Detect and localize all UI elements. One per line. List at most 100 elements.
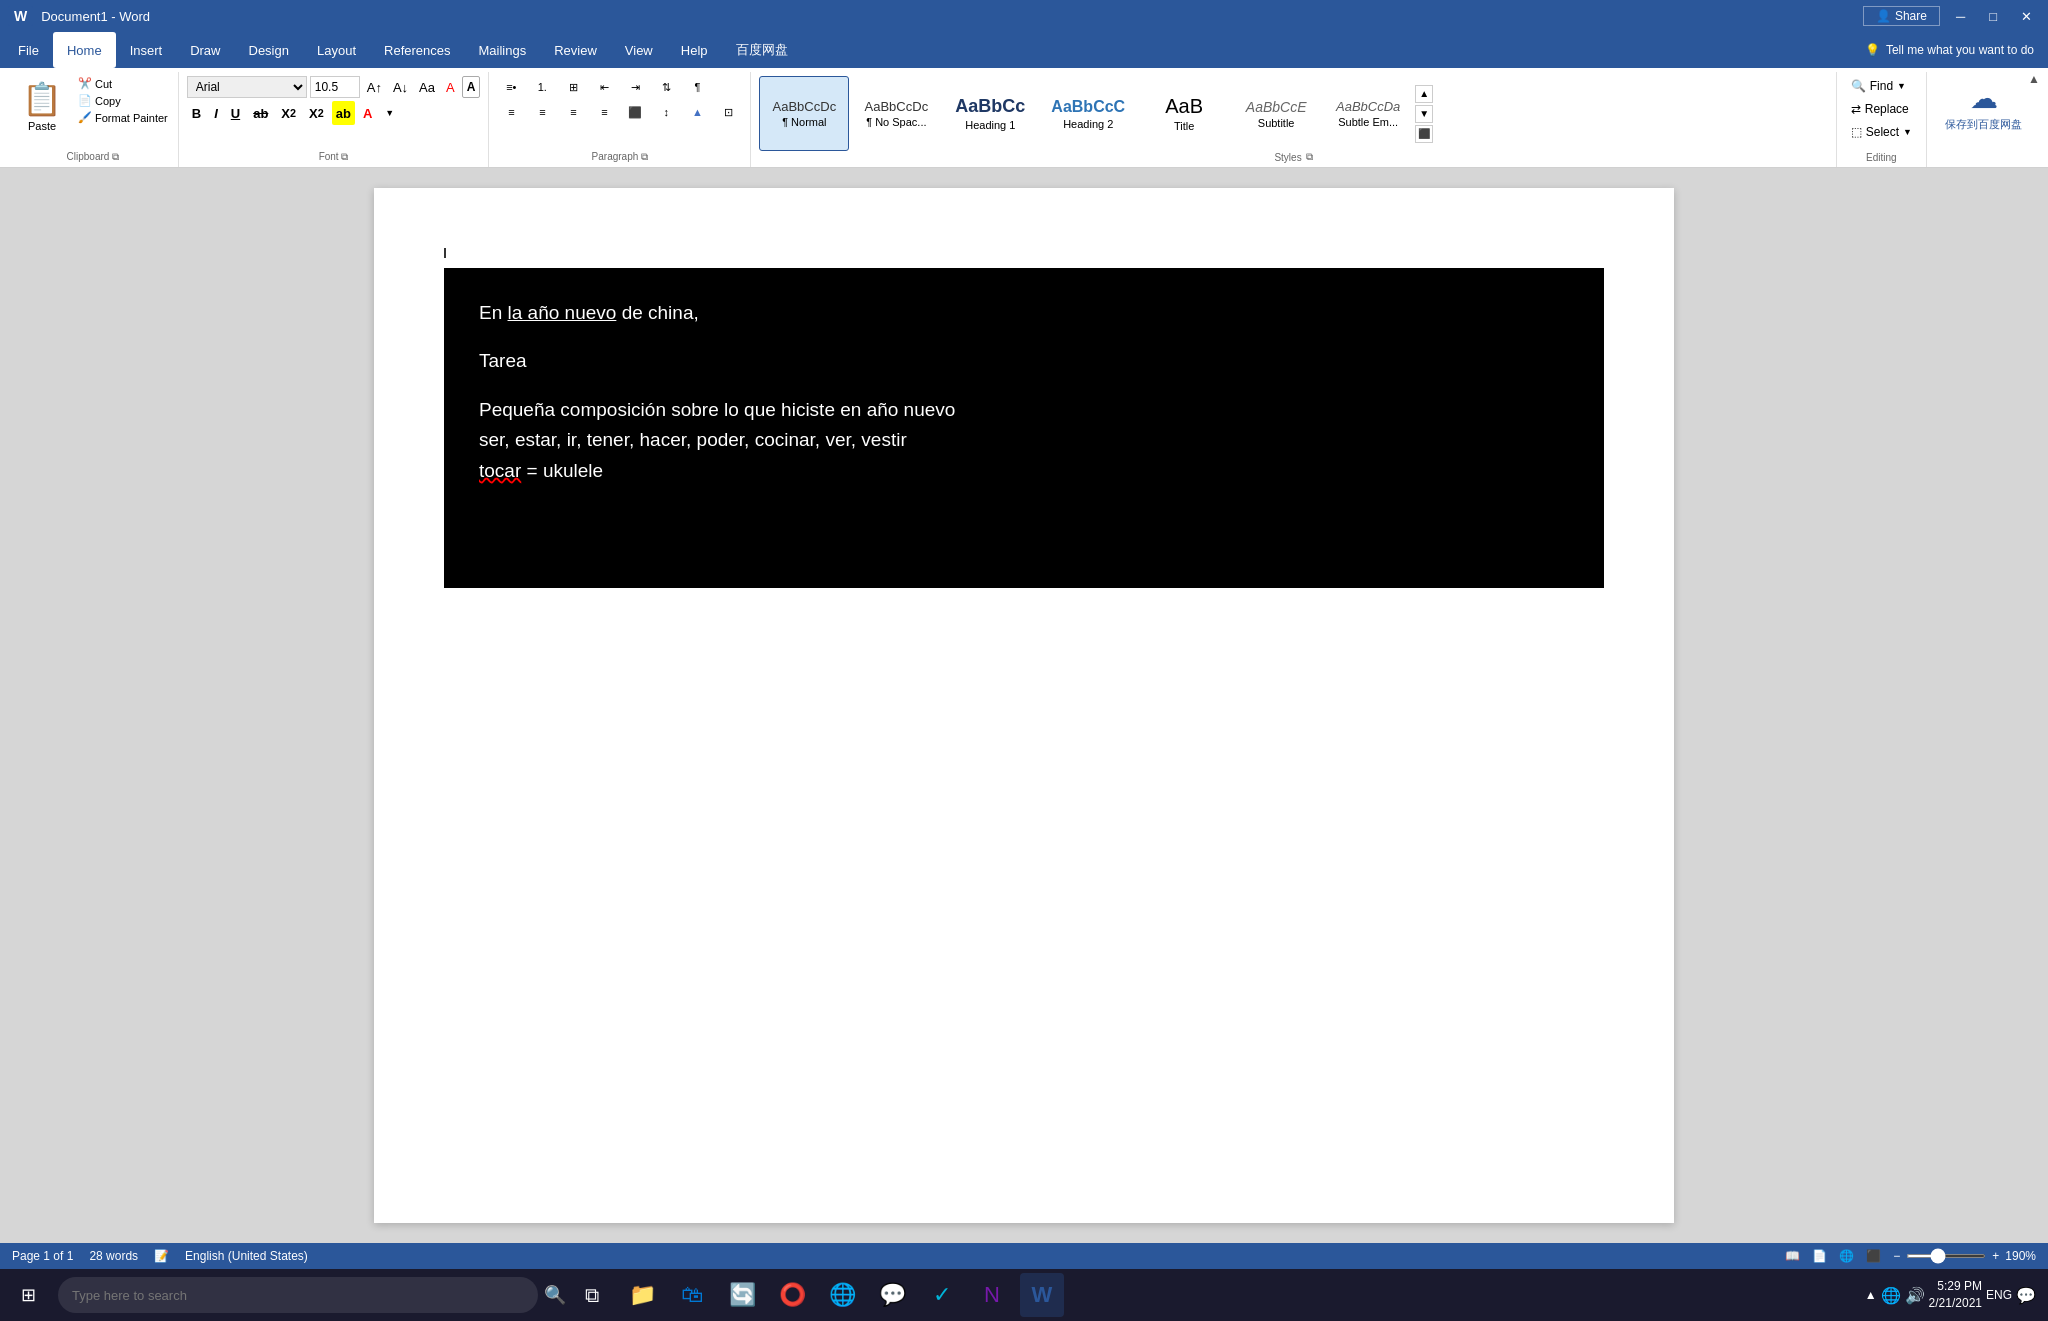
speaker-icon[interactable]: 🔊 bbox=[1905, 1286, 1925, 1305]
save-baidu-button[interactable]: ☁ 保存到百度网盘 bbox=[1935, 76, 2032, 138]
styles-scroll-up[interactable]: ▲ bbox=[1415, 85, 1433, 103]
window-minimize-icon[interactable]: ─ bbox=[1948, 9, 1973, 24]
menu-baidu[interactable]: 百度网盘 bbox=[722, 32, 802, 68]
style-no-space[interactable]: AaBbCcDc ¶ No Spac... bbox=[851, 76, 941, 151]
menu-home[interactable]: Home bbox=[53, 32, 116, 68]
select-arrow-icon: ▼ bbox=[1903, 127, 1912, 137]
check-button[interactable]: ✓ bbox=[920, 1273, 964, 1317]
doc-title: Document1 - Word bbox=[41, 9, 150, 24]
subscript-button[interactable]: X2 bbox=[276, 101, 301, 125]
share-button[interactable]: 👤 Share bbox=[1863, 6, 1940, 26]
borders-button[interactable]: ⊡ bbox=[714, 101, 742, 123]
menu-view[interactable]: View bbox=[611, 32, 667, 68]
focus-icon[interactable]: ⬛ bbox=[1866, 1249, 1881, 1263]
increase-indent-button[interactable]: ⇥ bbox=[621, 76, 649, 98]
font-family-select[interactable]: Arial bbox=[187, 76, 307, 98]
copy-button[interactable]: 📄 Copy bbox=[74, 93, 172, 108]
doc-content-box[interactable]: En la año nuevo de china, Tarea Pequeña … bbox=[444, 268, 1604, 588]
select-button[interactable]: ⬚ Select ▼ bbox=[1845, 122, 1918, 142]
menu-review[interactable]: Review bbox=[540, 32, 611, 68]
paragraph-expand-icon[interactable]: ⧉ bbox=[641, 151, 648, 162]
network-icon[interactable]: 🌐 bbox=[1881, 1286, 1901, 1305]
font-case-button[interactable]: Aa bbox=[415, 76, 439, 98]
wechat-button[interactable]: 💬 bbox=[870, 1273, 914, 1317]
doc-page[interactable]: En la año nuevo de china, Tarea Pequeña … bbox=[374, 188, 1674, 1223]
show-marks-button[interactable]: ¶ bbox=[683, 76, 711, 98]
menu-design[interactable]: Design bbox=[235, 32, 303, 68]
window-close-icon[interactable]: ✕ bbox=[2013, 9, 2040, 24]
bold-button[interactable]: B bbox=[187, 101, 206, 125]
font-size-increase-button[interactable]: A↑ bbox=[363, 76, 386, 98]
underline-button[interactable]: U bbox=[226, 101, 245, 125]
sort-button[interactable]: ⇅ bbox=[652, 76, 680, 98]
columns-button[interactable]: ⬛ bbox=[621, 101, 649, 123]
line-spacing-button[interactable]: ↕ bbox=[652, 101, 680, 123]
text-effects-button[interactable]: A bbox=[462, 76, 481, 98]
zoom-slider[interactable] bbox=[1906, 1254, 1986, 1258]
shading-button[interactable]: ▲ bbox=[683, 101, 711, 123]
menu-references[interactable]: References bbox=[370, 32, 464, 68]
store-button[interactable]: 🛍 bbox=[670, 1273, 714, 1317]
search-icon[interactable]: 🔍 bbox=[544, 1284, 566, 1306]
notification-button[interactable]: 💬 bbox=[2016, 1286, 2036, 1305]
font-size-input[interactable] bbox=[310, 76, 360, 98]
justify-button[interactable]: ≡ bbox=[590, 101, 618, 123]
styles-scroll-down[interactable]: ▼ bbox=[1415, 105, 1433, 123]
style-title[interactable]: AaB Title bbox=[1139, 76, 1229, 151]
paste-button[interactable]: 📋 Paste bbox=[14, 76, 70, 149]
menu-file[interactable]: File bbox=[4, 32, 53, 68]
strikethrough-button[interactable]: ab bbox=[248, 101, 273, 125]
replace-button[interactable]: ⇄ Replace bbox=[1845, 99, 1918, 119]
app3-button[interactable]: 🔄 bbox=[720, 1273, 764, 1317]
numbering-button[interactable]: 1. bbox=[528, 76, 556, 98]
find-button[interactable]: 🔍 Find ▼ bbox=[1845, 76, 1918, 96]
align-right-button[interactable]: ≡ bbox=[559, 101, 587, 123]
zoom-out-button[interactable]: − bbox=[1893, 1249, 1900, 1263]
font-group: Arial A↑ A↓ Aa A A B I U ab X2 X2 ab A ▼… bbox=[179, 72, 490, 167]
menu-draw[interactable]: Draw bbox=[176, 32, 234, 68]
font-size-decrease-button[interactable]: A↓ bbox=[389, 76, 412, 98]
cut-button[interactable]: ✂️ Cut bbox=[74, 76, 172, 91]
clear-formatting-button[interactable]: A bbox=[442, 76, 459, 98]
bullets-button[interactable]: ≡• bbox=[497, 76, 525, 98]
styles-expand-icon[interactable]: ⧉ bbox=[1306, 151, 1313, 163]
view-print-icon[interactable]: 📄 bbox=[1812, 1249, 1827, 1263]
text-highlight-button[interactable]: ab bbox=[332, 101, 355, 125]
italic-button[interactable]: I bbox=[209, 101, 223, 125]
superscript-button[interactable]: X2 bbox=[304, 101, 329, 125]
clipboard-expand-icon[interactable]: ⧉ bbox=[112, 151, 119, 162]
view-read-icon[interactable]: 📖 bbox=[1785, 1249, 1800, 1263]
window-maximize-icon[interactable]: □ bbox=[1981, 9, 2005, 24]
zoom-in-button[interactable]: + bbox=[1992, 1249, 1999, 1263]
menu-insert[interactable]: Insert bbox=[116, 32, 177, 68]
menu-layout[interactable]: Layout bbox=[303, 32, 370, 68]
style-heading1[interactable]: AaBbCc Heading 1 bbox=[943, 76, 1037, 151]
align-center-button[interactable]: ≡ bbox=[528, 101, 556, 123]
task-view-button[interactable]: ⧉ bbox=[570, 1273, 614, 1317]
onenote-button[interactable]: N bbox=[970, 1273, 1014, 1317]
chrome-button[interactable]: 🌐 bbox=[820, 1273, 864, 1317]
app4-button[interactable]: ⭕ bbox=[770, 1273, 814, 1317]
font-color-button[interactable]: A bbox=[358, 101, 377, 125]
menu-help[interactable]: Help bbox=[667, 32, 722, 68]
style-subtitle[interactable]: AaBbCcE Subtitle bbox=[1231, 76, 1321, 151]
tray-up-arrow-icon[interactable]: ▲ bbox=[1865, 1288, 1877, 1302]
font-color-arrow[interactable]: ▼ bbox=[380, 101, 399, 125]
format-painter-button[interactable]: 🖌️ Format Painter bbox=[74, 110, 172, 125]
tell-me-label[interactable]: Tell me what you want to do bbox=[1886, 43, 2034, 57]
decrease-indent-button[interactable]: ⇤ bbox=[590, 76, 618, 98]
taskbar-search-input[interactable] bbox=[58, 1277, 538, 1313]
view-web-icon[interactable]: 🌐 bbox=[1839, 1249, 1854, 1263]
styles-more[interactable]: ⬛ bbox=[1415, 125, 1433, 143]
menu-mailings[interactable]: Mailings bbox=[465, 32, 541, 68]
file-explorer-button[interactable]: 📁 bbox=[620, 1273, 664, 1317]
ribbon-collapse-button[interactable]: ▲ bbox=[2028, 72, 2040, 86]
start-button[interactable]: ⊞ bbox=[4, 1271, 52, 1319]
font-expand-icon[interactable]: ⧉ bbox=[341, 151, 348, 162]
style-heading2[interactable]: AaBbCcC Heading 2 bbox=[1039, 76, 1137, 151]
word-taskbar-button[interactable]: W bbox=[1020, 1273, 1064, 1317]
style-subtle-em[interactable]: AaBbCcDa Subtle Em... bbox=[1323, 76, 1413, 151]
align-left-button[interactable]: ≡ bbox=[497, 101, 525, 123]
style-normal[interactable]: AaBbCcDc ¶ Normal bbox=[759, 76, 849, 151]
multilevel-list-button[interactable]: ⊞ bbox=[559, 76, 587, 98]
